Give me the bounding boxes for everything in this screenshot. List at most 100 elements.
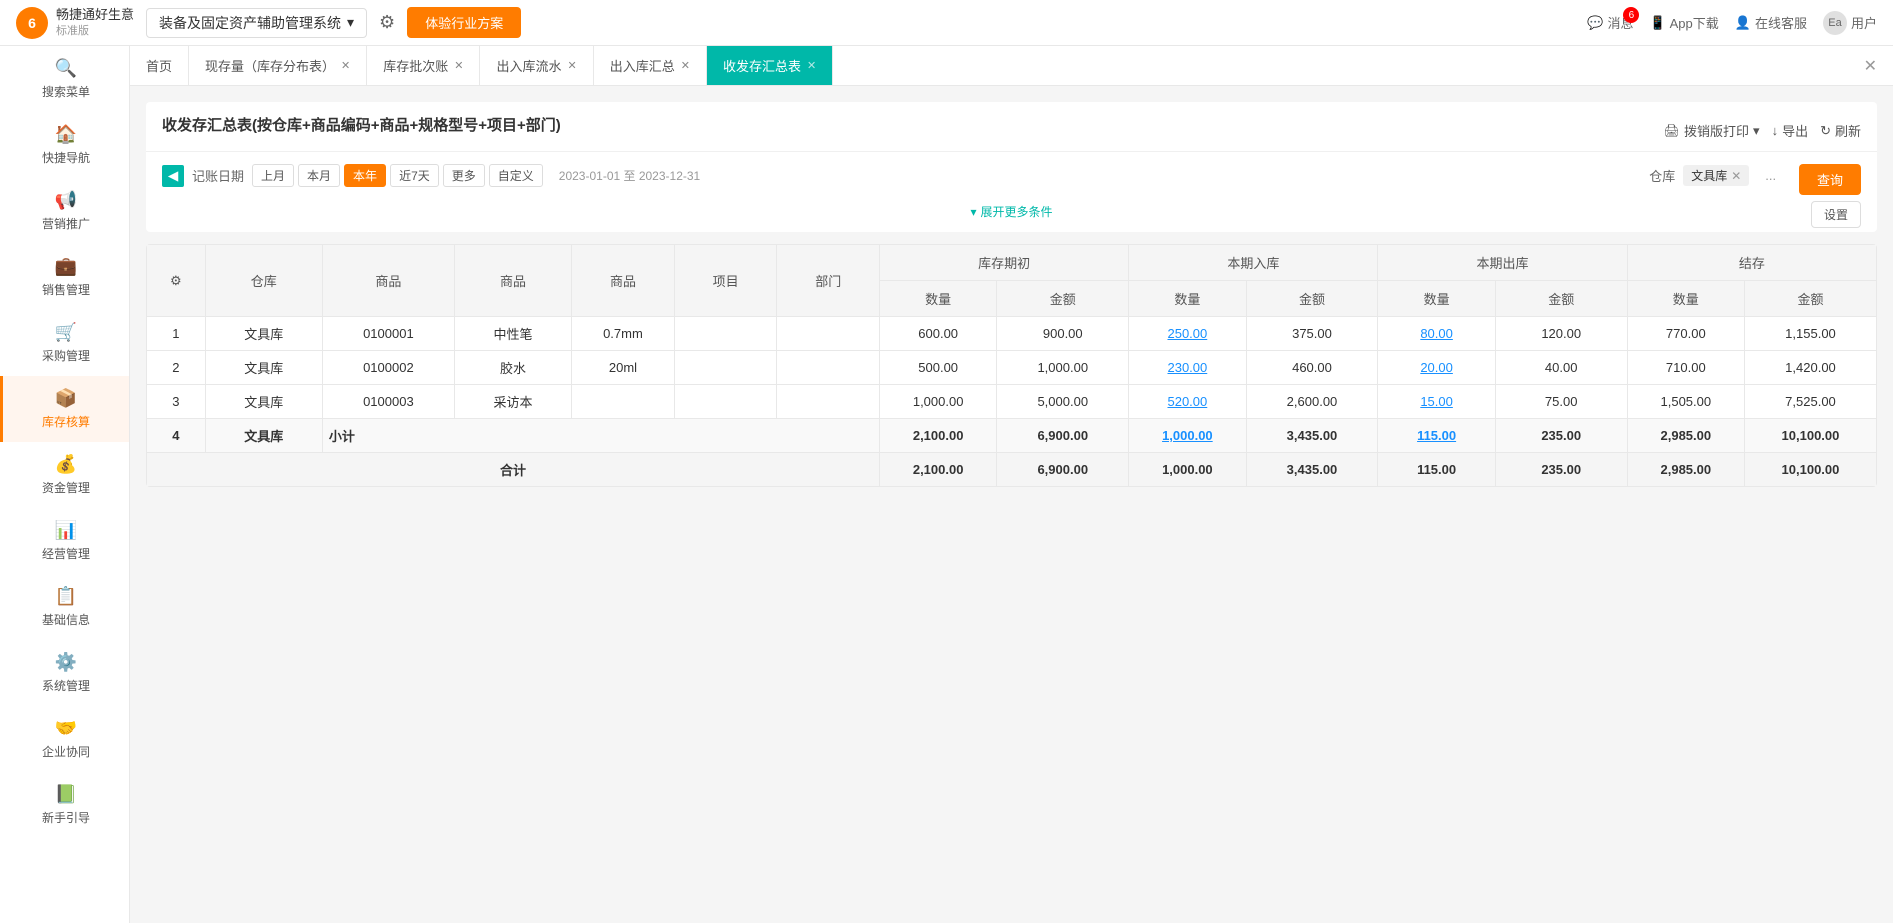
th-bal-amt: 金额: [1744, 281, 1876, 317]
message-icon: 💬: [1587, 15, 1603, 31]
sidebar-item-search-menu[interactable]: 🔍搜索菜单: [0, 46, 129, 112]
tab-batch-account[interactable]: 库存批次账✕: [367, 46, 480, 86]
tab-label-stock-dist: 现存量（库存分布表）: [205, 56, 335, 75]
custom-btn[interactable]: 自定义: [489, 164, 543, 187]
sidebar-item-inventory[interactable]: 📦库存核算: [0, 376, 129, 442]
subtotal-out-qty[interactable]: 115.00: [1378, 419, 1495, 453]
sidebar-item-marketing[interactable]: 📢营销推广: [0, 178, 129, 244]
sidebar-label-guide: 新手引导: [42, 809, 90, 826]
row-dept: [777, 351, 880, 385]
warehouse-tag-close[interactable]: ✕: [1731, 169, 1741, 183]
row-num: 1: [147, 317, 206, 351]
print-button[interactable]: 🖨 拨销版打印 ▾: [1664, 121, 1760, 140]
message-item[interactable]: 💬 消息 6: [1587, 13, 1633, 32]
sidebar-item-finance[interactable]: 💰资金管理: [0, 442, 129, 508]
sidebar-item-quick-nav[interactable]: 🏠快捷导航: [0, 112, 129, 178]
th-settings[interactable]: ⚙: [147, 245, 206, 317]
tab-close-in-out-summary[interactable]: ✕: [681, 59, 690, 72]
row-project: [674, 351, 777, 385]
th-project: 项目: [674, 245, 777, 317]
row-code: 0100002: [322, 351, 454, 385]
logo-text: 畅捷通好生意: [56, 7, 134, 23]
row-name: 采访本: [454, 385, 571, 419]
table-settings-button[interactable]: 设置: [1811, 201, 1861, 228]
sidebar-icon-search-menu: 🔍: [55, 58, 77, 79]
subtotal-open-amt: 6,900.00: [997, 419, 1129, 453]
subtotal-row: 4 文具库 小计 2,100.00 6,900.00 1,000.00 3,43…: [147, 419, 1877, 453]
row-in-qty[interactable]: 250.00: [1129, 317, 1246, 351]
total-in-amt: 3,435.00: [1246, 453, 1378, 487]
row-out-qty[interactable]: 15.00: [1378, 385, 1495, 419]
sidebar-item-guide[interactable]: 📗 新手引导: [0, 772, 129, 838]
sidebar-label-inventory: 库存核算: [42, 413, 90, 430]
this-month-btn[interactable]: 本月: [298, 164, 340, 187]
sidebar: 🔍搜索菜单🏠快捷导航📢营销推广💼销售管理🛒采购管理📦库存核算💰资金管理📊经营管理…: [0, 46, 130, 923]
sidebar-label-sales: 销售管理: [42, 281, 90, 298]
export-icon: ↓: [1772, 123, 1779, 138]
sidebar-label-system: 系统管理: [42, 677, 90, 694]
row-open-amt: 1,000.00: [997, 351, 1129, 385]
row-out-qty[interactable]: 20.00: [1378, 351, 1495, 385]
subtotal-in-qty[interactable]: 1,000.00: [1129, 419, 1246, 453]
online-service-item[interactable]: 👤 在线客服: [1735, 13, 1807, 32]
sidebar-icon-basic: 📋: [55, 586, 77, 607]
app-download-item[interactable]: 📱 App下载: [1649, 13, 1718, 32]
tab-bar-close-btn[interactable]: ✕: [1848, 56, 1893, 76]
system-title[interactable]: 装备及固定资产辅助管理系统 ▾: [146, 8, 367, 38]
tab-close-in-out-flow[interactable]: ✕: [568, 59, 577, 72]
sidebar-item-collab[interactable]: 🤝企业协同: [0, 706, 129, 772]
sidebar-item-basic[interactable]: 📋 基础信息: [0, 574, 129, 640]
filter-area: ◀ 记账日期 上月 本月 本年 近7天 更多 自定义 2023-01-01 至 …: [146, 151, 1877, 232]
last-7-days-btn[interactable]: 近7天: [390, 164, 439, 187]
sidebar-item-purchase[interactable]: 🛒采购管理: [0, 310, 129, 376]
total-open-qty: 2,100.00: [880, 453, 997, 487]
tab-in-out-flow[interactable]: 出入库流水✕: [480, 46, 593, 86]
this-year-btn[interactable]: 本年: [344, 164, 386, 187]
table-row: 1 文具库 0100001 中性笔 0.7mm 600.00 900.00 25…: [147, 317, 1877, 351]
total-row: 合计 2,100.00 6,900.00 1,000.00 3,435.00 1…: [147, 453, 1877, 487]
th-open-amt: 金额: [997, 281, 1129, 317]
sidebar-label-basic: 基础信息: [42, 611, 90, 628]
more-btn[interactable]: 更多: [443, 164, 485, 187]
sidebar-icon-guide: 📗: [55, 784, 77, 805]
th-dept: 部门: [777, 245, 880, 317]
sidebar-item-operation[interactable]: 📊经营管理: [0, 508, 129, 574]
row-in-qty[interactable]: 230.00: [1129, 351, 1246, 385]
trial-button[interactable]: 体验行业方案: [407, 7, 521, 38]
row-code: 0100003: [322, 385, 454, 419]
date-label: 记账日期: [192, 166, 244, 185]
tab-close-stock-dist[interactable]: ✕: [341, 59, 350, 72]
th-in-qty: 数量: [1129, 281, 1246, 317]
toggle-arrow-btn[interactable]: ◀: [162, 165, 184, 187]
last-month-btn[interactable]: 上月: [252, 164, 294, 187]
gear-icon[interactable]: ⚙: [379, 12, 395, 33]
row-spec: 20ml: [572, 351, 675, 385]
row-out-amt: 75.00: [1495, 385, 1627, 419]
row-bal-qty: 770.00: [1627, 317, 1744, 351]
subtotal-out-amt: 235.00: [1495, 419, 1627, 453]
top-bar-right: 💬 消息 6 📱 App下载 👤 在线客服 Ea 用户: [1587, 11, 1877, 35]
query-button[interactable]: 查询: [1799, 164, 1861, 195]
refresh-button[interactable]: ↻ 刷新: [1820, 121, 1861, 140]
tab-home[interactable]: 首页: [130, 46, 189, 86]
sidebar-item-system[interactable]: ⚙️系统管理: [0, 640, 129, 706]
export-button[interactable]: ↓ 导出: [1772, 121, 1809, 140]
user-item[interactable]: Ea 用户: [1823, 11, 1877, 35]
tab-stock-dist[interactable]: 现存量（库存分布表） ✕: [189, 46, 367, 86]
tab-in-out-summary[interactable]: 出入库汇总 ✕: [594, 46, 707, 86]
tab-recv-send-summary[interactable]: 收发存汇总表 ✕: [707, 46, 833, 86]
row-in-qty[interactable]: 520.00: [1129, 385, 1246, 419]
expand-conditions-btn[interactable]: ▾ 展开更多条件: [970, 203, 1052, 220]
row-project: [674, 317, 777, 351]
summary-table: ⚙ 仓库 商品 商品 商品 项目 部门 库存期初 本期入库 本期出库: [146, 244, 1877, 487]
tab-label-in-out-summary: 出入库汇总: [610, 56, 675, 75]
sidebar-item-sales[interactable]: 💼销售管理: [0, 244, 129, 310]
subtotal-bal-qty: 2,985.00: [1627, 419, 1744, 453]
sidebar-icon-operation: 📊: [55, 520, 77, 541]
tab-close-recv-send-summary[interactable]: ✕: [807, 59, 816, 72]
tab-close-batch-account[interactable]: ✕: [454, 59, 463, 72]
total-in-qty: 1,000.00: [1129, 453, 1246, 487]
warehouse-more[interactable]: ...: [1757, 168, 1784, 183]
row-out-qty[interactable]: 80.00: [1378, 317, 1495, 351]
tab-label-recv-send-summary: 收发存汇总表: [723, 56, 801, 75]
